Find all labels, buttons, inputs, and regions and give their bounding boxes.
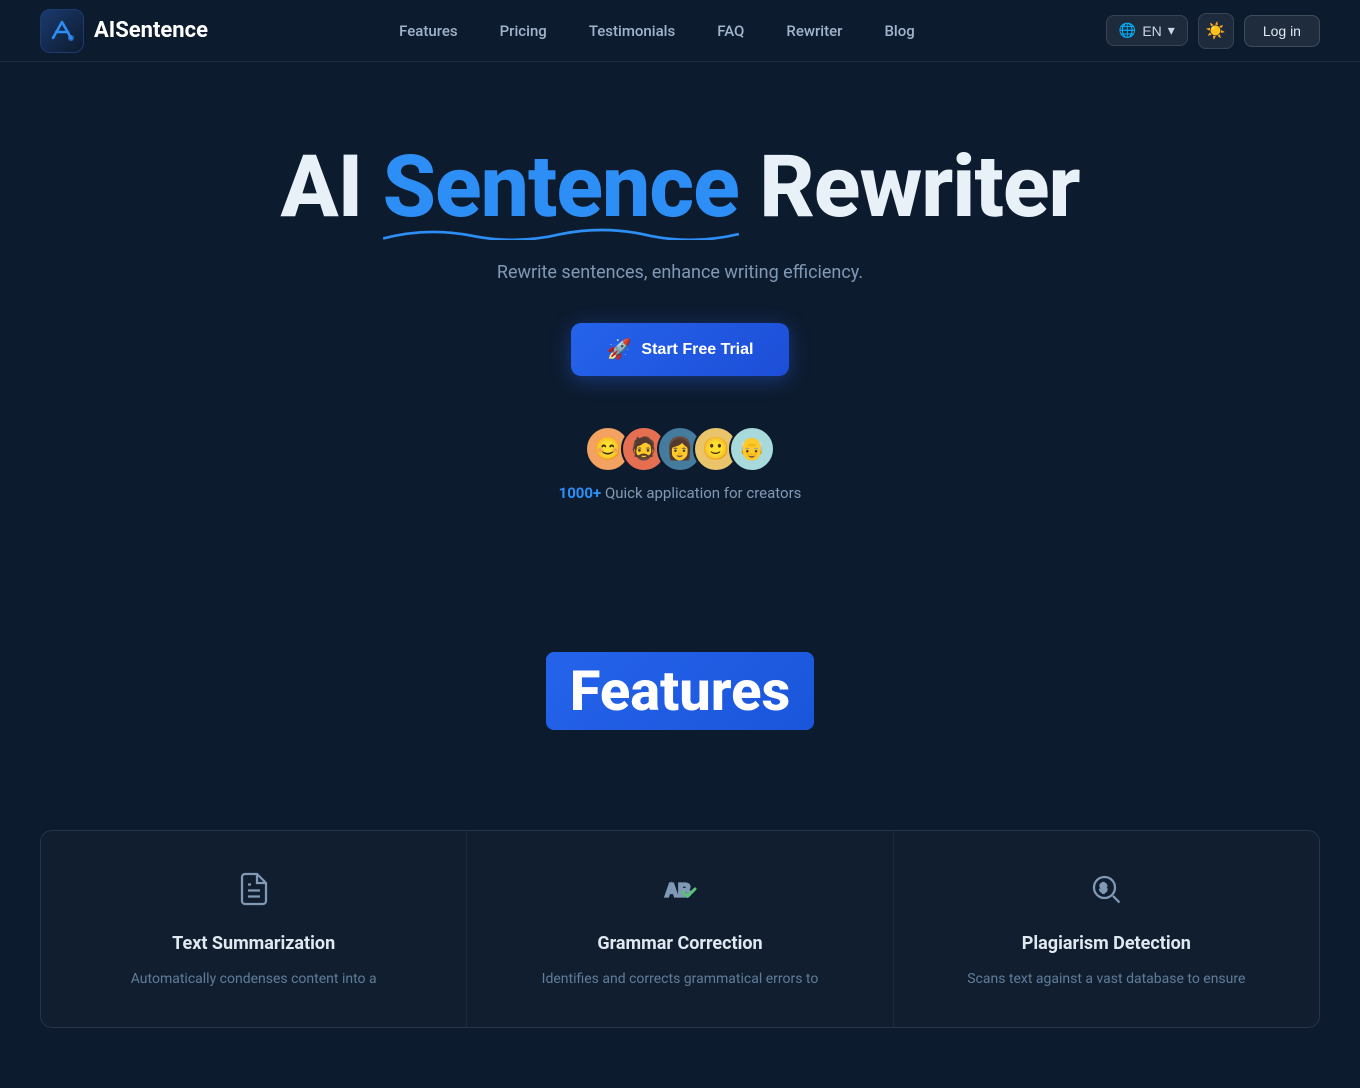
user-count: 1000+: [559, 484, 602, 502]
feature-card-plagiarism: $ Plagiarism Detection Scans text agains…: [894, 831, 1319, 1026]
nav-links: Features Pricing Testimonials FAQ Rewrit…: [399, 21, 915, 40]
features-heading-wrap: Features: [546, 652, 814, 730]
social-proof-label: Quick application for creators: [605, 484, 801, 502]
navbar: AISentence Features Pricing Testimonials…: [0, 0, 1360, 62]
feature-card-grammar: AB Grammar Correction Identifies and cor…: [467, 831, 892, 1026]
hero-subtitle: Rewrite sentences, enhance writing effic…: [497, 262, 863, 283]
nav-logo[interactable]: AISentence: [40, 9, 208, 53]
features-section: Features Text Summarization Automaticall…: [0, 632, 1360, 1087]
nav-item-testimonials[interactable]: Testimonials: [589, 22, 675, 40]
brand-name: AISentence: [94, 18, 208, 43]
language-selector[interactable]: 🌐 EN ▾: [1106, 15, 1188, 46]
theme-toggle-button[interactable]: ☀️: [1198, 13, 1234, 49]
nav-right: 🌐 EN ▾ ☀️ Log in: [1106, 13, 1320, 49]
feature-title-summarization: Text Summarization: [172, 933, 335, 954]
avatar: 👴: [729, 426, 775, 472]
start-trial-button[interactable]: 🚀 Start Free Trial: [571, 323, 790, 376]
nav-item-pricing[interactable]: Pricing: [500, 22, 547, 40]
hero-title-highlight: Sentence: [383, 142, 739, 232]
cta-label: Start Free Trial: [641, 341, 753, 359]
sun-icon: ☀️: [1206, 21, 1226, 41]
rocket-icon: 🚀: [607, 337, 632, 362]
nav-item-blog[interactable]: Blog: [884, 22, 914, 40]
nav-item-features[interactable]: Features: [399, 22, 457, 40]
login-button[interactable]: Log in: [1244, 15, 1320, 47]
feature-title-plagiarism: Plagiarism Detection: [1022, 933, 1191, 954]
chevron-down-icon: ▾: [1168, 22, 1175, 39]
document-icon: [236, 871, 272, 915]
hero-title-prefix: AI: [280, 136, 382, 237]
globe-icon: 🌐: [1119, 22, 1136, 39]
avatar-stack: 😊 🧔 👩 🙂 👴: [585, 426, 775, 472]
feature-desc-plagiarism: Scans text against a vast database to en…: [967, 968, 1245, 990]
feature-title-grammar: Grammar Correction: [597, 933, 762, 954]
logo-icon: [40, 9, 84, 53]
lang-label: EN: [1142, 23, 1161, 39]
features-heading: Features: [570, 658, 790, 724]
hero-title: AI Sentence Rewriter: [280, 142, 1079, 232]
feature-desc-grammar: Identifies and corrects grammatical erro…: [542, 968, 819, 990]
nav-item-faq[interactable]: FAQ: [717, 22, 744, 40]
grammar-icon: AB: [662, 871, 698, 915]
feature-card-summarization: Text Summarization Automatically condens…: [41, 831, 466, 1026]
social-proof-text: 1000+ Quick application for creators: [559, 484, 802, 502]
hero-title-suffix: Rewriter: [739, 136, 1080, 237]
feature-desc-summarization: Automatically condenses content into a: [131, 968, 377, 990]
social-proof-section: 😊 🧔 👩 🙂 👴 1000+ Quick application for cr…: [559, 426, 802, 502]
hero-section: AI Sentence Rewriter Rewrite sentences, …: [0, 62, 1360, 632]
svg-text:$: $: [1100, 881, 1107, 895]
nav-item-rewriter[interactable]: Rewriter: [786, 22, 842, 40]
plagiarism-icon: $: [1088, 871, 1124, 915]
features-grid: Text Summarization Automatically condens…: [40, 830, 1320, 1027]
